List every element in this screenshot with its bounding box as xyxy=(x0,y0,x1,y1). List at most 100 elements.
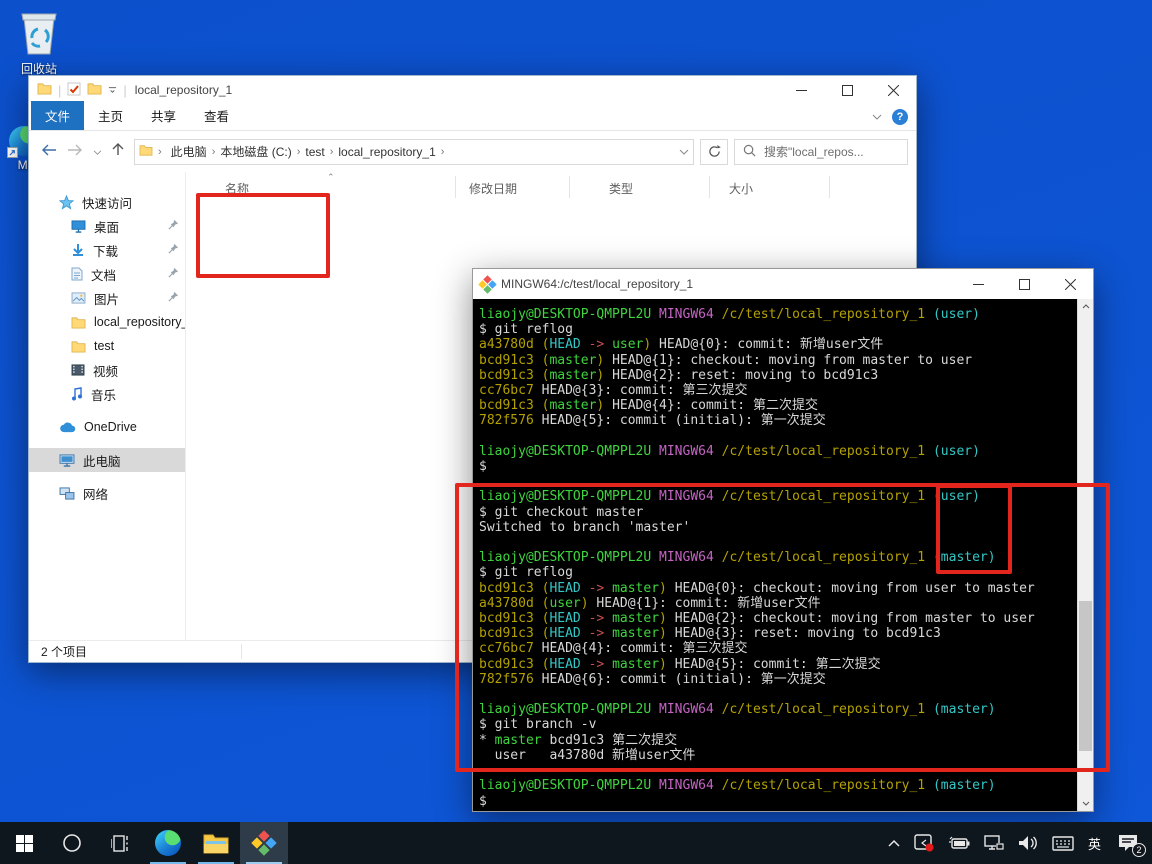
pin-icon xyxy=(168,219,179,233)
breadcrumb-item[interactable]: 此电脑 xyxy=(167,141,211,162)
explorer-titlebar[interactable]: | | local_repository_1 xyxy=(29,76,916,104)
search-input[interactable]: 搜索"local_repos... xyxy=(734,138,908,165)
explorer-window-title: local_repository_1 xyxy=(134,83,233,97)
picture-icon xyxy=(71,292,86,304)
terminal-titlebar[interactable]: MINGW64:/c/test/local_repository_1 xyxy=(473,269,1093,299)
volume-icon[interactable] xyxy=(1011,822,1045,864)
sidebar-item-pc[interactable]: 此电脑 xyxy=(29,448,185,472)
explorer-files-highlight xyxy=(196,193,330,278)
sidebar-item-desktop[interactable]: 桌面 xyxy=(29,214,185,238)
back-button[interactable] xyxy=(41,143,57,161)
sidebar-item-download[interactable]: 下载 xyxy=(29,238,185,262)
desktop-icon xyxy=(71,219,86,233)
sidebar-item-picture[interactable]: 图片 xyxy=(29,286,185,310)
breadcrumb-item[interactable]: local_repository_1 xyxy=(334,143,439,161)
ribbon-tab-0[interactable]: 文件 xyxy=(31,101,85,130)
address-folder-icon xyxy=(139,144,153,159)
window-folder-icon xyxy=(37,82,52,98)
expand-ribbon-chevron-icon[interactable] xyxy=(872,108,882,126)
column-header-2[interactable]: 类型 xyxy=(609,180,633,197)
tray-chevron-up-icon[interactable] xyxy=(881,822,907,864)
new-folder-icon[interactable] xyxy=(87,82,102,98)
sort-ascending-icon: ⌃ xyxy=(327,172,335,182)
terminal-maximize-button[interactable] xyxy=(1001,269,1047,299)
scroll-down-icon[interactable] xyxy=(1078,796,1093,811)
statusbar-separator xyxy=(241,644,242,659)
edge-taskbar-button[interactable] xyxy=(144,822,192,864)
recent-locations-chevron-icon[interactable] xyxy=(93,143,102,161)
pc-icon xyxy=(59,453,75,467)
recycle-bin-icon[interactable]: 回收站 xyxy=(4,8,74,77)
sidebar-item-doc[interactable]: 文档 xyxy=(29,262,185,286)
sidebar-item-label: 音乐 xyxy=(91,388,117,403)
terminal-line: liaojy@DESKTOP-QMPPL2U MINGW64 /c/test/l… xyxy=(479,778,996,794)
column-separator[interactable] xyxy=(829,176,830,198)
sidebar-item-label: 此电脑 xyxy=(83,454,121,469)
address-dropdown-icon[interactable] xyxy=(679,145,689,159)
git-bash-taskbar-button[interactable] xyxy=(240,822,288,864)
sidebar-item-label: test xyxy=(94,339,115,353)
terminal-branch-highlight xyxy=(936,484,1012,574)
start-button[interactable] xyxy=(0,822,48,864)
column-separator[interactable] xyxy=(569,176,570,198)
terminal-line: liaojy@DESKTOP-QMPPL2U MINGW64 /c/test/l… xyxy=(479,307,980,322)
terminal-minimize-button[interactable] xyxy=(955,269,1001,299)
terminal-close-button[interactable] xyxy=(1047,269,1093,299)
terminal-line: bcd91c3 (master) HEAD@{1}: checkout: mov… xyxy=(479,352,973,368)
file-explorer-taskbar-button[interactable] xyxy=(192,822,240,864)
touch-keyboard-icon[interactable] xyxy=(1045,822,1081,864)
action-center-button[interactable]: 2 xyxy=(1108,822,1148,864)
navigation-pane: 快速访问 桌面 下载 文档 图片 local_repository_1test 视频音乐 On… xyxy=(29,172,186,640)
file-explorer-icon xyxy=(203,834,229,854)
start-icon xyxy=(15,834,33,852)
up-button[interactable] xyxy=(112,142,124,161)
sidebar-item-folder[interactable]: local_repository_1 xyxy=(29,310,185,334)
ribbon-tabs: 文件 主页 共享 查看 ? xyxy=(29,101,916,131)
ime-language-indicator[interactable]: 英 xyxy=(1081,822,1108,864)
download-icon xyxy=(71,243,85,257)
explorer-close-button[interactable] xyxy=(870,76,916,104)
properties-check-icon[interactable] xyxy=(67,82,81,99)
sidebar-item-star[interactable]: 快速访问 xyxy=(29,190,185,214)
ribbon-tab-2[interactable]: 共享 xyxy=(137,101,190,130)
column-separator[interactable] xyxy=(709,176,710,198)
breadcrumb-item[interactable]: test xyxy=(301,143,328,161)
terminal-line: 782f576 HEAD@{5}: commit (initial): 第一次提… xyxy=(479,413,826,429)
breadcrumb-separator[interactable]: › xyxy=(440,146,446,158)
screen-record-icon[interactable] xyxy=(907,822,941,864)
edge-icon xyxy=(155,830,181,856)
explorer-maximize-button[interactable] xyxy=(824,76,870,104)
git-bash-icon xyxy=(251,830,277,856)
terminal-line: cc76bc7 HEAD@{3}: commit: 第三次提交 xyxy=(479,383,748,399)
git-bash-icon xyxy=(478,274,497,294)
forward-button[interactable] xyxy=(67,143,83,161)
cortana-button[interactable] xyxy=(48,822,96,864)
ribbon-tab-1[interactable]: 主页 xyxy=(84,101,137,130)
sidebar-item-film[interactable]: 视频 xyxy=(29,358,185,382)
ribbon-tab-3[interactable]: 查看 xyxy=(190,101,243,130)
column-header-1[interactable]: 修改日期 xyxy=(469,180,517,197)
terminal-line: a43780d (HEAD -> user) HEAD@{0}: commit:… xyxy=(479,337,884,353)
sidebar-item-cloud[interactable]: OneDrive xyxy=(29,415,185,439)
network-icon[interactable] xyxy=(977,822,1011,864)
folder-icon xyxy=(71,316,86,329)
terminal-line: liaojy@DESKTOP-QMPPL2U MINGW64 /c/test/l… xyxy=(479,443,980,459)
address-toolbar: › 此电脑 › 本地磁盘 (C:) › test › local_repository_1 ›… xyxy=(29,131,916,172)
sidebar-item-label: local_repository_1 xyxy=(94,315,186,329)
help-icon[interactable]: ? xyxy=(892,109,908,125)
breadcrumb-item[interactable]: 本地磁盘 (C:) xyxy=(216,141,295,162)
sidebar-item-network[interactable]: 网络 xyxy=(29,481,185,505)
address-bar[interactable]: › 此电脑 › 本地磁盘 (C:) › test › local_repository_1 › xyxy=(134,138,694,165)
refresh-button[interactable] xyxy=(700,138,728,165)
customize-dropdown-icon[interactable] xyxy=(108,83,117,97)
sidebar-item-folder[interactable]: test xyxy=(29,334,185,358)
explorer-minimize-button[interactable] xyxy=(778,76,824,104)
sidebar-item-music[interactable]: 音乐 xyxy=(29,382,185,406)
scroll-up-icon[interactable] xyxy=(1078,299,1093,314)
battery-icon[interactable] xyxy=(941,822,977,864)
column-header-3[interactable]: 大小 xyxy=(729,180,753,197)
task-view-button[interactable] xyxy=(96,822,144,864)
search-icon xyxy=(743,144,756,160)
column-separator[interactable] xyxy=(455,176,456,198)
